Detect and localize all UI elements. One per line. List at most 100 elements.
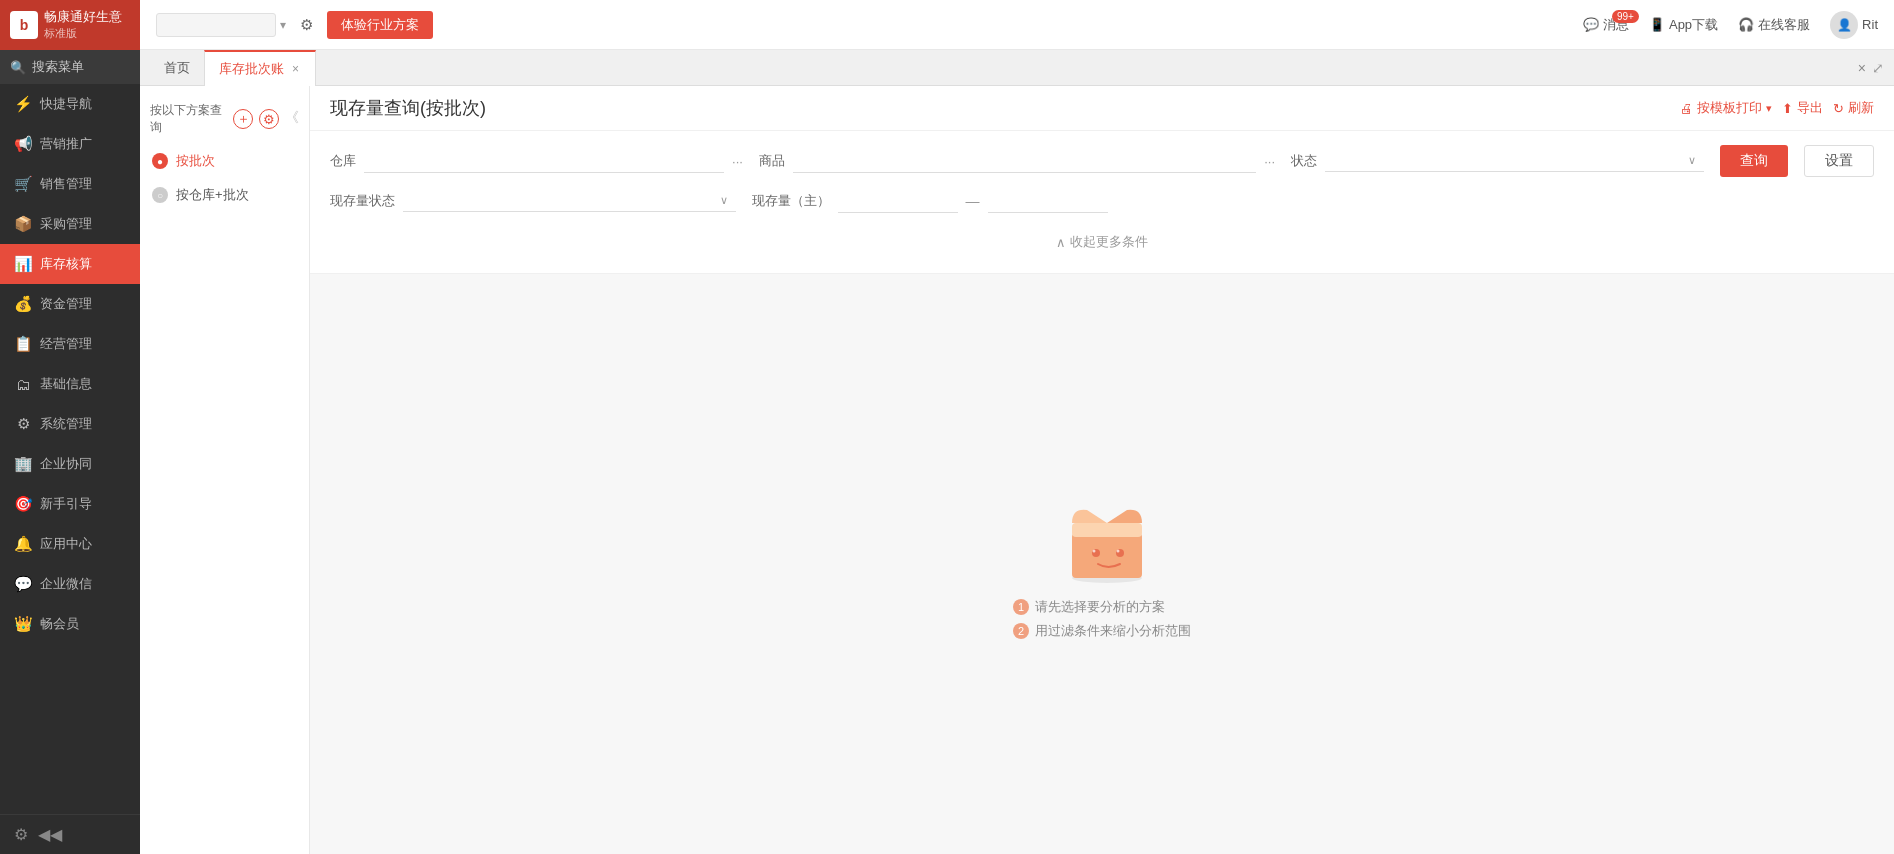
sidebar: b 畅康通好生意 标准版 🔍 搜索菜单 ⚡ 快捷导航 📢 营销推广 🛒 销售管理…: [0, 0, 140, 854]
empty-tips: 1 请先选择要分析的方案 2 用过滤条件来缩小分析范围: [1013, 598, 1191, 640]
tab-panel-close-icon[interactable]: ×: [1858, 60, 1866, 76]
warehouse-label: 仓库: [330, 152, 356, 170]
print-label: 按模板打印: [1697, 99, 1762, 117]
svg-rect-2: [1072, 523, 1142, 537]
stock-status-label: 现存量状态: [330, 192, 395, 210]
messages-button[interactable]: 💬 消息 99+: [1583, 16, 1629, 34]
tab-batch-label: 库存批次账: [219, 60, 284, 78]
status-select[interactable]: ∨: [1325, 150, 1704, 172]
query-button[interactable]: 查询: [1720, 145, 1788, 177]
sidebar-item-sales[interactable]: 🛒 销售管理: [0, 164, 140, 204]
refresh-button[interactable]: ↻ 刷新: [1833, 99, 1874, 117]
purchase-icon: 📦: [14, 215, 32, 233]
product-input[interactable]: [793, 149, 1256, 173]
collapse-icon: ∧: [1056, 235, 1066, 250]
system-icon: ⚙: [14, 415, 32, 433]
content-area: 按以下方案查询 ＋ ⚙ 《 ● 按批次 ○ 按仓库+批次 现存量查询(按批次): [140, 86, 1894, 854]
page-title-bar: 现存量查询(按批次) 🖨 按模板打印 ▾ ⬆ 导出 ↻ 刷新: [310, 86, 1894, 131]
sidebar-item-quick-nav[interactable]: ⚡ 快捷导航: [0, 84, 140, 124]
sidebar-item-label: 销售管理: [40, 175, 92, 193]
stock-qty-to[interactable]: [988, 189, 1108, 213]
sidebar-item-label: 经营管理: [40, 335, 92, 353]
empty-tip-1: 1 请先选择要分析的方案: [1013, 598, 1191, 616]
customer-service-button[interactable]: 🎧 在线客服: [1738, 16, 1810, 34]
stock-status-select[interactable]: ∨: [403, 190, 736, 212]
filter-item-by-warehouse-batch[interactable]: ○ 按仓库+批次: [140, 178, 309, 212]
tip-text-2: 用过滤条件来缩小分析范围: [1035, 622, 1191, 640]
stock-qty-from[interactable]: [838, 189, 958, 213]
sidebar-item-label: 快捷导航: [40, 95, 92, 113]
sidebar-item-system[interactable]: ⚙ 系统管理: [0, 404, 140, 444]
sidebar-item-guide[interactable]: 🎯 新手引导: [0, 484, 140, 524]
app-title: 畅康通好生意: [44, 9, 122, 26]
svg-point-5: [1093, 550, 1096, 553]
enterprise-icon: 🏢: [14, 455, 32, 473]
sidebar-item-wechat[interactable]: 💬 企业微信: [0, 564, 140, 604]
warehouse-more-icon[interactable]: ···: [732, 154, 743, 169]
tab-panel-expand-icon[interactable]: ⤢: [1872, 60, 1884, 76]
app-download-button[interactable]: 📱 App下载: [1649, 16, 1718, 34]
svg-point-6: [1117, 550, 1120, 553]
tab-close-icon[interactable]: ×: [290, 62, 301, 76]
sidebar-item-inventory[interactable]: 📊 库存核算: [0, 244, 140, 284]
settings-filter-icon[interactable]: ⚙: [259, 109, 279, 129]
sidebar-item-label: 应用中心: [40, 535, 92, 553]
filter-panel: 按以下方案查询 ＋ ⚙ 《 ● 按批次 ○ 按仓库+批次: [140, 86, 310, 854]
tip-num-2: 2: [1013, 623, 1029, 639]
collapse-sidebar-icon[interactable]: ◀◀: [38, 825, 62, 844]
topbar-search-input[interactable]: [156, 13, 276, 37]
filter-dot-active: ●: [152, 153, 168, 169]
sidebar-item-finance[interactable]: 💰 资金管理: [0, 284, 140, 324]
page-title: 现存量查询(按批次): [330, 96, 486, 120]
sidebar-item-member[interactable]: 👑 畅会员: [0, 604, 140, 644]
export-label: 导出: [1797, 99, 1823, 117]
topbar-chevron-icon[interactable]: ▾: [280, 18, 286, 32]
quick-nav-icon: ⚡: [14, 95, 32, 113]
tab-batch-account[interactable]: 库存批次账 ×: [204, 50, 316, 86]
topbar-gear-icon[interactable]: ⚙: [296, 12, 317, 38]
search-label: 搜索菜单: [32, 58, 84, 76]
sidebar-item-enterprise[interactable]: 🏢 企业协同: [0, 444, 140, 484]
print-dropdown-icon[interactable]: ▾: [1766, 102, 1772, 115]
sidebar-item-operations[interactable]: 📋 经营管理: [0, 324, 140, 364]
filter-panel-actions: ＋ ⚙ 《: [233, 109, 299, 129]
filter-item-by-batch[interactable]: ● 按批次: [140, 144, 309, 178]
main-area: ▾ ⚙ 体验行业方案 💬 消息 99+ 📱 App下载 🎧 在线客服 👤: [140, 0, 1894, 854]
collapse-filter-icon[interactable]: 《: [285, 109, 299, 129]
sidebar-item-basic[interactable]: 🗂 基础信息: [0, 364, 140, 404]
sidebar-item-marketing[interactable]: 📢 营销推广: [0, 124, 140, 164]
topbar-search-area: ▾: [156, 13, 286, 37]
sidebar-nav: ⚡ 快捷导航 📢 营销推广 🛒 销售管理 📦 采购管理 📊 库存核算 💰 资金管…: [0, 84, 140, 814]
warehouse-input[interactable]: [364, 149, 724, 173]
sidebar-search[interactable]: 🔍 搜索菜单: [0, 50, 140, 84]
experience-button[interactable]: 体验行业方案: [327, 11, 433, 39]
print-icon: 🖨: [1680, 101, 1693, 116]
headset-icon: 🎧: [1738, 17, 1754, 32]
sidebar-item-label: 库存核算: [40, 255, 92, 273]
filter-dot-inactive: ○: [152, 187, 168, 203]
tab-home[interactable]: 首页: [150, 50, 204, 86]
message-icon: 💬: [1583, 17, 1599, 32]
sidebar-item-label: 企业微信: [40, 575, 92, 593]
basic-icon: 🗂: [14, 375, 32, 393]
customer-service-label: 在线客服: [1758, 16, 1810, 34]
settings-footer-icon[interactable]: ⚙: [14, 825, 28, 844]
operations-icon: 📋: [14, 335, 32, 353]
export-button[interactable]: ⬆ 导出: [1782, 99, 1823, 117]
settings-button[interactable]: 设置: [1804, 145, 1874, 177]
sidebar-item-purchase[interactable]: 📦 采购管理: [0, 204, 140, 244]
topbar-right: 💬 消息 99+ 📱 App下载 🎧 在线客服 👤 Rit: [1583, 11, 1878, 39]
user-profile[interactable]: 👤 Rit: [1830, 11, 1878, 39]
refresh-label: 刷新: [1848, 99, 1874, 117]
empty-illustration: [1052, 488, 1152, 578]
collapse-more-button[interactable]: ∧ 收起更多条件: [330, 225, 1874, 259]
sales-icon: 🛒: [14, 175, 32, 193]
sidebar-item-app-center[interactable]: 🔔 应用中心: [0, 524, 140, 564]
product-more-icon[interactable]: ···: [1264, 154, 1275, 169]
print-button[interactable]: 🖨 按模板打印 ▾: [1680, 99, 1772, 117]
refresh-icon: ↻: [1833, 101, 1844, 116]
add-filter-icon[interactable]: ＋: [233, 109, 253, 129]
avatar-icon: 👤: [1837, 18, 1852, 32]
sidebar-item-label: 采购管理: [40, 215, 92, 233]
stock-qty-label: 现存量（主）: [752, 192, 830, 210]
